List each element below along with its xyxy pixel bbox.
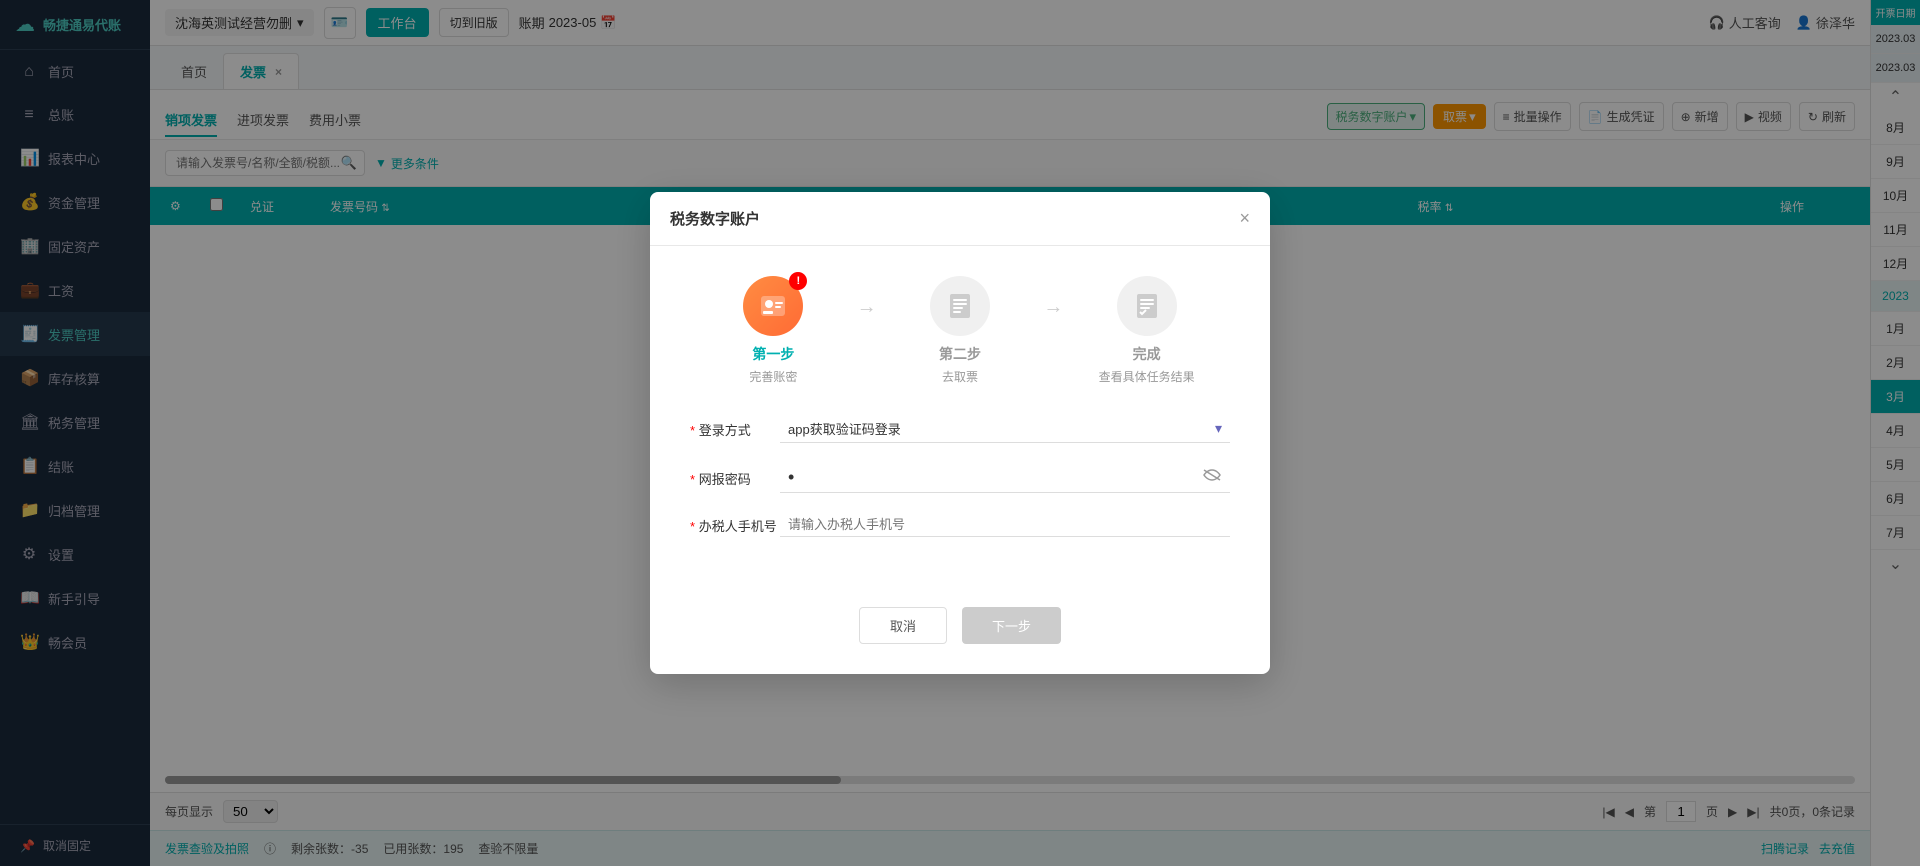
step-1-badge: !	[789, 272, 807, 290]
phone-row: * 办税人手机号	[690, 513, 1230, 537]
password-row: * 网报密码	[690, 463, 1230, 493]
step-3: 完成 查看具体任务结果	[1063, 276, 1230, 385]
step-1: ! 第一步 完善账密	[690, 276, 857, 385]
step-arrow-2: →	[1043, 276, 1063, 319]
step-2-icon	[930, 276, 990, 336]
phone-input-wrap	[780, 513, 1230, 537]
checklist-icon	[1133, 292, 1161, 320]
modal-footer: 取消 下一步	[650, 587, 1270, 674]
step-3-icon	[1117, 276, 1177, 336]
step-1-desc: 完善账密	[749, 368, 797, 385]
modal-form: * 登录方式 app获取验证码登录 ▾ * 网报密码	[690, 415, 1230, 537]
login-method-dropdown-icon: ▾	[1215, 420, 1222, 437]
modal-title: 税务数字账户	[670, 208, 760, 229]
step-2: 第二步 去取票	[877, 276, 1044, 385]
step-3-desc: 查看具体任务结果	[1099, 368, 1195, 385]
step-arrow-1: →	[857, 276, 877, 319]
tax-account-modal: 税务数字账户 ×	[650, 192, 1270, 674]
modal-body: ! 第一步 完善账密 →	[650, 246, 1270, 587]
step-3-label: 完成	[1133, 344, 1161, 364]
step-2-label: 第二步	[939, 344, 981, 364]
phone-input[interactable]	[788, 517, 1222, 532]
password-input-wrap	[780, 463, 1230, 493]
step-2-desc: 去取票	[942, 368, 978, 385]
password-required-mark: *	[690, 472, 695, 487]
modal-overlay[interactable]: 税务数字账户 ×	[0, 0, 1920, 866]
step-1-icon: !	[743, 276, 803, 336]
password-input[interactable]	[788, 467, 1202, 488]
login-method-select[interactable]: app获取验证码登录 ▾	[780, 415, 1230, 443]
password-toggle-icon[interactable]	[1202, 468, 1222, 487]
password-label: * 网报密码	[690, 469, 780, 488]
modal-header: 税务数字账户 ×	[650, 192, 1270, 246]
phone-label: * 办税人手机号	[690, 516, 780, 535]
login-method-label: * 登录方式	[690, 420, 780, 439]
login-method-row: * 登录方式 app获取验证码登录 ▾	[690, 415, 1230, 443]
steps-indicator: ! 第一步 完善账密 →	[690, 276, 1230, 385]
step-1-label: 第一步	[752, 344, 794, 364]
login-required-mark: *	[690, 423, 695, 438]
phone-required-mark: *	[690, 519, 695, 534]
login-method-value: app获取验证码登录	[788, 419, 901, 438]
next-step-button[interactable]: 下一步	[962, 607, 1061, 644]
person-card-icon	[759, 292, 787, 320]
invoice-step-icon	[946, 292, 974, 320]
modal-close-button[interactable]: ×	[1239, 208, 1250, 229]
cancel-button[interactable]: 取消	[859, 607, 947, 644]
